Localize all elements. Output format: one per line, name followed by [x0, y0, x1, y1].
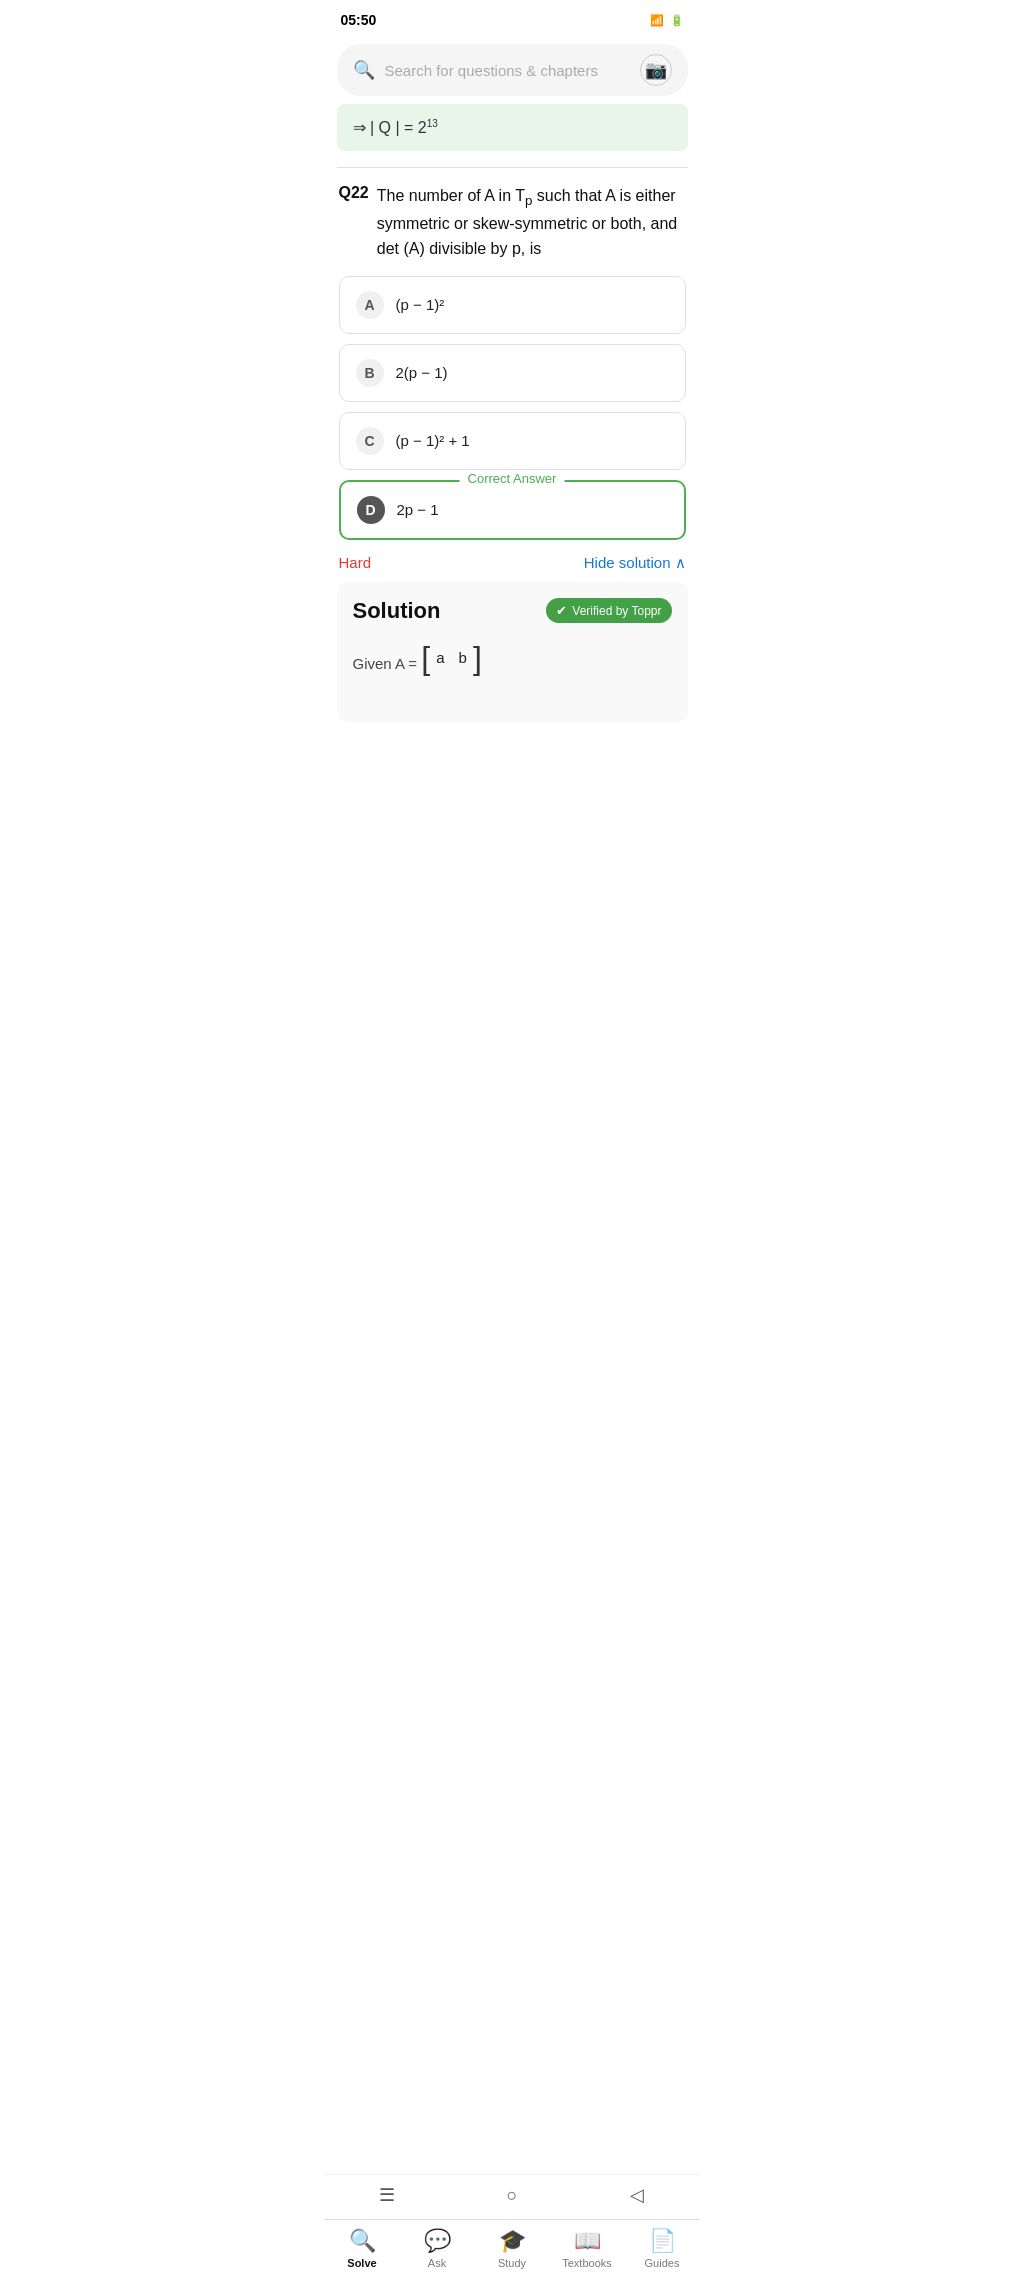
status-bar: 05:50 📶 🔋 [325, 0, 700, 36]
nav-label-ask: Ask [428, 2257, 446, 2269]
matrix-cell-b: b [459, 649, 467, 666]
status-battery: 🔋 [670, 14, 684, 27]
matrix-inner: a b [430, 647, 473, 668]
verified-label: Verified by Toppr [572, 604, 661, 618]
verified-check-icon: ✔ [556, 603, 567, 618]
question-number: Q22 [339, 184, 369, 261]
android-nav-bar: ☰ ○ ◁ [325, 2174, 700, 2215]
option-b[interactable]: B 2(p − 1) [339, 344, 686, 402]
option-c-text: (p − 1)² + 1 [396, 432, 470, 449]
verified-badge: ✔ Verified by Toppr [546, 598, 671, 623]
solve-icon: 🔍 [349, 2228, 376, 2254]
option-a[interactable]: A (p − 1)² [339, 276, 686, 334]
left-bracket: [ [421, 642, 430, 674]
textbooks-icon: 📖 [574, 2228, 601, 2254]
option-b-badge: B [356, 359, 384, 387]
option-d[interactable]: Correct Answer D 2p − 1 [339, 480, 686, 540]
status-icons: 📶 🔋 [650, 14, 684, 27]
option-c[interactable]: C (p − 1)² + 1 [339, 412, 686, 470]
right-bracket: ] [473, 642, 482, 674]
previous-answer-box: ⇒ | Q | = 213 [337, 104, 688, 151]
android-menu-button[interactable]: ☰ [375, 2183, 399, 2207]
question-header: Q22 The number of A in Tp such that A is… [339, 184, 686, 261]
android-home-button[interactable]: ○ [500, 2183, 524, 2207]
solution-content: Given A = [ a b ] [353, 638, 672, 674]
solution-title: Solution [353, 598, 441, 624]
correct-answer-label: Correct Answer [460, 471, 565, 486]
guides-icon: 📄 [649, 2228, 676, 2254]
search-bar[interactable]: 🔍 Search for questions & chapters 📷 [337, 44, 688, 96]
nav-item-ask[interactable]: 💬 Ask [407, 2228, 467, 2269]
nav-item-textbooks[interactable]: 📖 Textbooks [557, 2228, 617, 2269]
option-d-text: 2p − 1 [397, 501, 439, 518]
option-b-text: 2(p − 1) [396, 364, 448, 381]
nav-item-guides[interactable]: 📄 Guides [632, 2228, 692, 2269]
matrix-display: [ a b ] [421, 642, 481, 674]
math-result-text: ⇒ | Q | = 213 [353, 119, 438, 136]
hide-solution-label: Hide solution [584, 554, 671, 571]
android-back-button[interactable]: ◁ [625, 2183, 649, 2207]
nav-label-textbooks: Textbooks [562, 2257, 612, 2269]
hide-solution-button[interactable]: Hide solution ∧ [584, 554, 686, 572]
matrix-cell-a: a [436, 649, 444, 666]
camera-icon[interactable]: 📷 [640, 54, 672, 86]
hamburger-icon: ☰ [379, 2184, 395, 2206]
nav-label-study: Study [498, 2257, 526, 2269]
options-list: A (p − 1)² B 2(p − 1) C (p − 1)² + 1 Cor… [339, 276, 686, 540]
difficulty-label: Hard [339, 554, 372, 571]
question-section: Q22 The number of A in Tp such that A is… [325, 184, 700, 539]
chevron-up-icon: ∧ [675, 554, 686, 572]
nav-label-solve: Solve [347, 2257, 376, 2269]
option-c-badge: C [356, 427, 384, 455]
solution-given-text: Given A = [353, 655, 422, 672]
status-time: 05:50 [341, 12, 377, 28]
section-divider [337, 167, 688, 168]
nav-item-study[interactable]: 🎓 Study [482, 2228, 542, 2269]
search-placeholder: Search for questions & chapters [385, 62, 630, 79]
nav-label-guides: Guides [645, 2257, 680, 2269]
bottom-nav: 🔍 Solve 💬 Ask 🎓 Study 📖 Textbooks 📄 Guid… [325, 2219, 700, 2275]
solution-card: Solution ✔ Verified by Toppr Given A = [… [337, 582, 688, 722]
nav-item-solve[interactable]: 🔍 Solve [332, 2228, 392, 2269]
status-signal: 📶 [650, 14, 664, 27]
solution-header: Solution ✔ Verified by Toppr [353, 598, 672, 624]
solution-meta-row: Hard Hide solution ∧ [325, 540, 700, 582]
search-icon: 🔍 [353, 59, 375, 81]
study-icon: 🎓 [499, 2228, 526, 2254]
option-d-badge: D [357, 496, 385, 524]
ask-icon: 💬 [424, 2228, 451, 2254]
option-a-badge: A [356, 291, 384, 319]
home-icon: ○ [507, 2185, 518, 2206]
option-a-text: (p − 1)² [396, 296, 445, 313]
back-icon: ◁ [630, 2184, 644, 2206]
question-text: The number of A in Tp such that A is eit… [377, 184, 686, 261]
